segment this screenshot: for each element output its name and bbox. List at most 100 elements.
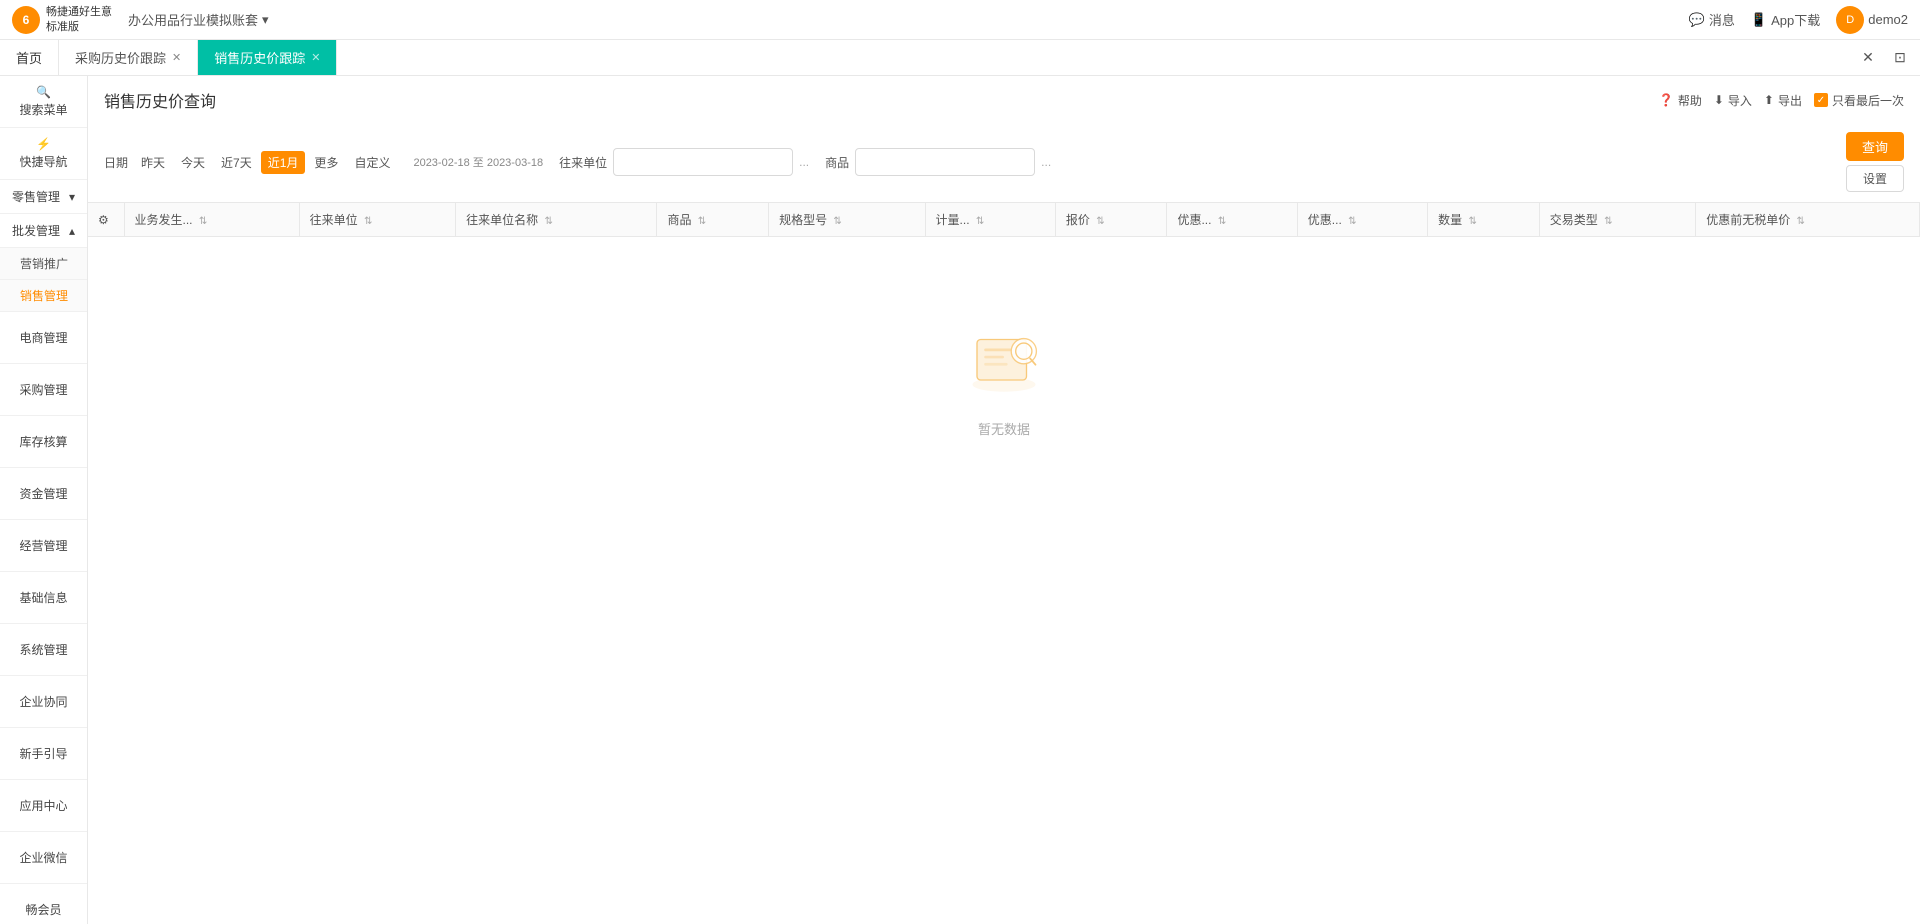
page-actions: ❓ 帮助 ⬇ 导入 ⬆ 导出 ✓ 只看最后一次 <box>1659 92 1904 109</box>
logo-area: 6 畅捷通好生意 标准版 <box>12 5 112 34</box>
date-btn-1month[interactable]: 近1月 <box>261 151 306 174</box>
main-layout: 🔍 搜索菜单 ⚡ 快捷导航 零售管理 ▾ 批发管理 ▴ 营销推广 销售管理 电商… <box>0 76 1920 924</box>
tab-bar: 首页 采购历史价跟踪 ✕ 销售历史价跟踪 ✕ ✕ ⊡ <box>0 40 1920 76</box>
quick-nav-icon: ⚡ <box>36 137 51 151</box>
message-button[interactable]: 💬 消息 <box>1689 10 1735 29</box>
product-dots[interactable]: ... <box>1041 155 1051 169</box>
import-icon: ⬇ <box>1714 93 1724 107</box>
content-area: 销售历史价查询 ❓ 帮助 ⬇ 导入 ⬆ 导出 ✓ <box>88 76 1920 924</box>
app-download-button[interactable]: 📱 App下载 <box>1751 10 1820 29</box>
tab-purchase-history[interactable]: 采购历史价跟踪 ✕ <box>59 40 198 75</box>
unit-input[interactable] <box>613 148 793 176</box>
sidebar: 🔍 搜索菜单 ⚡ 快捷导航 零售管理 ▾ 批发管理 ▴ 营销推广 销售管理 电商… <box>0 76 88 924</box>
sort-icon: ⇅ <box>698 216 706 227</box>
sidebar-item-inventory[interactable]: 库存核算 <box>0 416 87 468</box>
th-unit[interactable]: 计量... ⇅ <box>925 203 1055 237</box>
th-spec[interactable]: 规格型号 ⇅ <box>769 203 925 237</box>
sidebar-item-app-center[interactable]: 应用中心 <box>0 780 87 832</box>
product-label: 商品 <box>825 154 849 171</box>
th-biz-date[interactable]: 业务发生... ⇅ <box>124 203 299 237</box>
empty-illustration <box>959 317 1049 407</box>
search-icon: 🔍 <box>36 85 51 99</box>
sidebar-item-system[interactable]: 系统管理 <box>0 624 87 676</box>
sort-icon: ⇅ <box>544 216 552 227</box>
import-link[interactable]: ⬇ 导入 <box>1714 92 1752 109</box>
date-btn-custom[interactable]: 自定义 <box>347 151 397 174</box>
unit-dots[interactable]: ... <box>799 155 809 169</box>
sidebar-item-marketing[interactable]: 营销推广 <box>0 248 87 280</box>
sidebar-item-new-guide[interactable]: 新手引导 <box>0 728 87 780</box>
header-right: 💬 消息 📱 App下载 D demo2 <box>1689 6 1908 34</box>
date-btn-yesterday[interactable]: 昨天 <box>134 151 172 174</box>
date-range-group: 2023-02-18 至 2023-03-18 <box>413 154 543 170</box>
th-pre-tax-price[interactable]: 优惠前无税单价 ⇅ <box>1696 203 1920 237</box>
action-buttons: 查询 设置 <box>1846 132 1904 192</box>
sort-icon: ⇅ <box>1218 216 1226 227</box>
date-btn-7days[interactable]: 近7天 <box>214 151 259 174</box>
empty-state: 暂无数据 <box>88 237 1920 518</box>
tab-close-purchase[interactable]: ✕ <box>172 51 181 64</box>
sort-icon: ⇅ <box>1096 216 1104 227</box>
only-last-checkbox[interactable]: ✓ <box>1814 93 1828 107</box>
date-btn-more[interactable]: 更多 <box>307 151 345 174</box>
header-left: 6 畅捷通好生意 标准版 办公用品行业模拟账套 ▾ <box>12 5 277 34</box>
help-link[interactable]: ❓ 帮助 <box>1659 92 1702 109</box>
sidebar-item-sales-mgmt[interactable]: 销售管理 <box>0 280 87 312</box>
th-qty[interactable]: 数量 ⇅ <box>1428 203 1540 237</box>
company-selector[interactable]: 办公用品行业模拟账套 ▾ <box>120 6 277 33</box>
sidebar-item-quick-nav[interactable]: ⚡ 快捷导航 <box>0 128 87 180</box>
date-filter-group: 日期 昨天 今天 近7天 近1月 更多 自定义 <box>104 151 397 174</box>
download-icon: 📱 <box>1751 12 1767 28</box>
sidebar-item-enterprise-collab[interactable]: 企业协同 <box>0 676 87 728</box>
page-title: 销售历史价查询 <box>104 88 216 112</box>
sort-icon: ⇅ <box>199 216 207 227</box>
help-icon: ❓ <box>1659 93 1674 107</box>
unit-label: 往来单位 <box>559 154 607 171</box>
tab-close-sales[interactable]: ✕ <box>311 51 320 64</box>
sidebar-item-basic-info[interactable]: 基础信息 <box>0 572 87 624</box>
export-link[interactable]: ⬆ 导出 <box>1764 92 1802 109</box>
tab-sales-history[interactable]: 销售历史价跟踪 ✕ <box>198 40 337 75</box>
sidebar-item-enterprise-wechat[interactable]: 企业微信 <box>0 832 87 884</box>
sort-icon: ⇅ <box>976 216 984 227</box>
user-area[interactable]: D demo2 <box>1836 6 1908 34</box>
sidebar-item-ecommerce[interactable]: 电商管理 <box>0 312 87 364</box>
th-trade-type[interactable]: 交易类型 ⇅ <box>1539 203 1695 237</box>
sidebar-item-wholesale[interactable]: 批发管理 ▴ <box>0 214 87 248</box>
th-product[interactable]: 商品 ⇅ <box>657 203 769 237</box>
tab-home[interactable]: 首页 <box>0 40 59 75</box>
logo-text: 畅捷通好生意 标准版 <box>46 5 112 34</box>
table-wrapper: ⚙ 业务发生... ⇅ 往来单位 ⇅ 往来单位名称 ⇅ <box>88 203 1920 924</box>
product-input[interactable] <box>855 148 1035 176</box>
sort-icon: ⇅ <box>364 216 372 227</box>
sidebar-item-retail[interactable]: 零售管理 ▾ <box>0 180 87 214</box>
th-unit-code[interactable]: 往来单位 ⇅ <box>299 203 455 237</box>
date-btn-today[interactable]: 今天 <box>174 151 212 174</box>
chevron-down-icon: ▾ <box>262 12 269 28</box>
page-header: 销售历史价查询 ❓ 帮助 ⬇ 导入 ⬆ 导出 ✓ <box>88 76 1920 203</box>
logo-icon: 6 <box>12 6 40 34</box>
settings-icon: ⚙ <box>98 213 109 227</box>
sidebar-item-finance[interactable]: 资金管理 <box>0 468 87 520</box>
only-last-checkbox-label[interactable]: ✓ 只看最后一次 <box>1814 92 1904 109</box>
query-button[interactable]: 查询 <box>1846 132 1904 161</box>
th-unit-name[interactable]: 往来单位名称 ⇅ <box>456 203 657 237</box>
sidebar-item-member[interactable]: 畅会员 <box>0 884 87 924</box>
sort-icon: ⇅ <box>833 216 841 227</box>
th-settings[interactable]: ⚙ <box>88 203 124 237</box>
close-tab-action[interactable]: ✕ <box>1856 46 1880 70</box>
filter-row: 日期 昨天 今天 近7天 近1月 更多 自定义 2023-02-18 至 202… <box>104 122 1904 202</box>
th-price[interactable]: 报价 ⇅ <box>1055 203 1167 237</box>
settings-button[interactable]: 设置 <box>1846 165 1904 192</box>
maximize-tab-action[interactable]: ⊡ <box>1888 46 1912 70</box>
date-buttons: 昨天 今天 近7天 近1月 更多 自定义 <box>134 151 397 174</box>
chevron-down-icon: ▾ <box>69 190 75 204</box>
sidebar-item-search-menu[interactable]: 🔍 搜索菜单 <box>0 76 87 128</box>
th-discount2[interactable]: 优惠... ⇅ <box>1297 203 1427 237</box>
sidebar-item-operations[interactable]: 经营管理 <box>0 520 87 572</box>
table-header-row: ⚙ 业务发生... ⇅ 往来单位 ⇅ 往来单位名称 ⇅ <box>88 203 1920 237</box>
product-filter-group: 商品 ... <box>825 148 1051 176</box>
th-discount1[interactable]: 优惠... ⇅ <box>1167 203 1297 237</box>
message-icon: 💬 <box>1689 12 1705 28</box>
sidebar-item-purchase[interactable]: 采购管理 <box>0 364 87 416</box>
